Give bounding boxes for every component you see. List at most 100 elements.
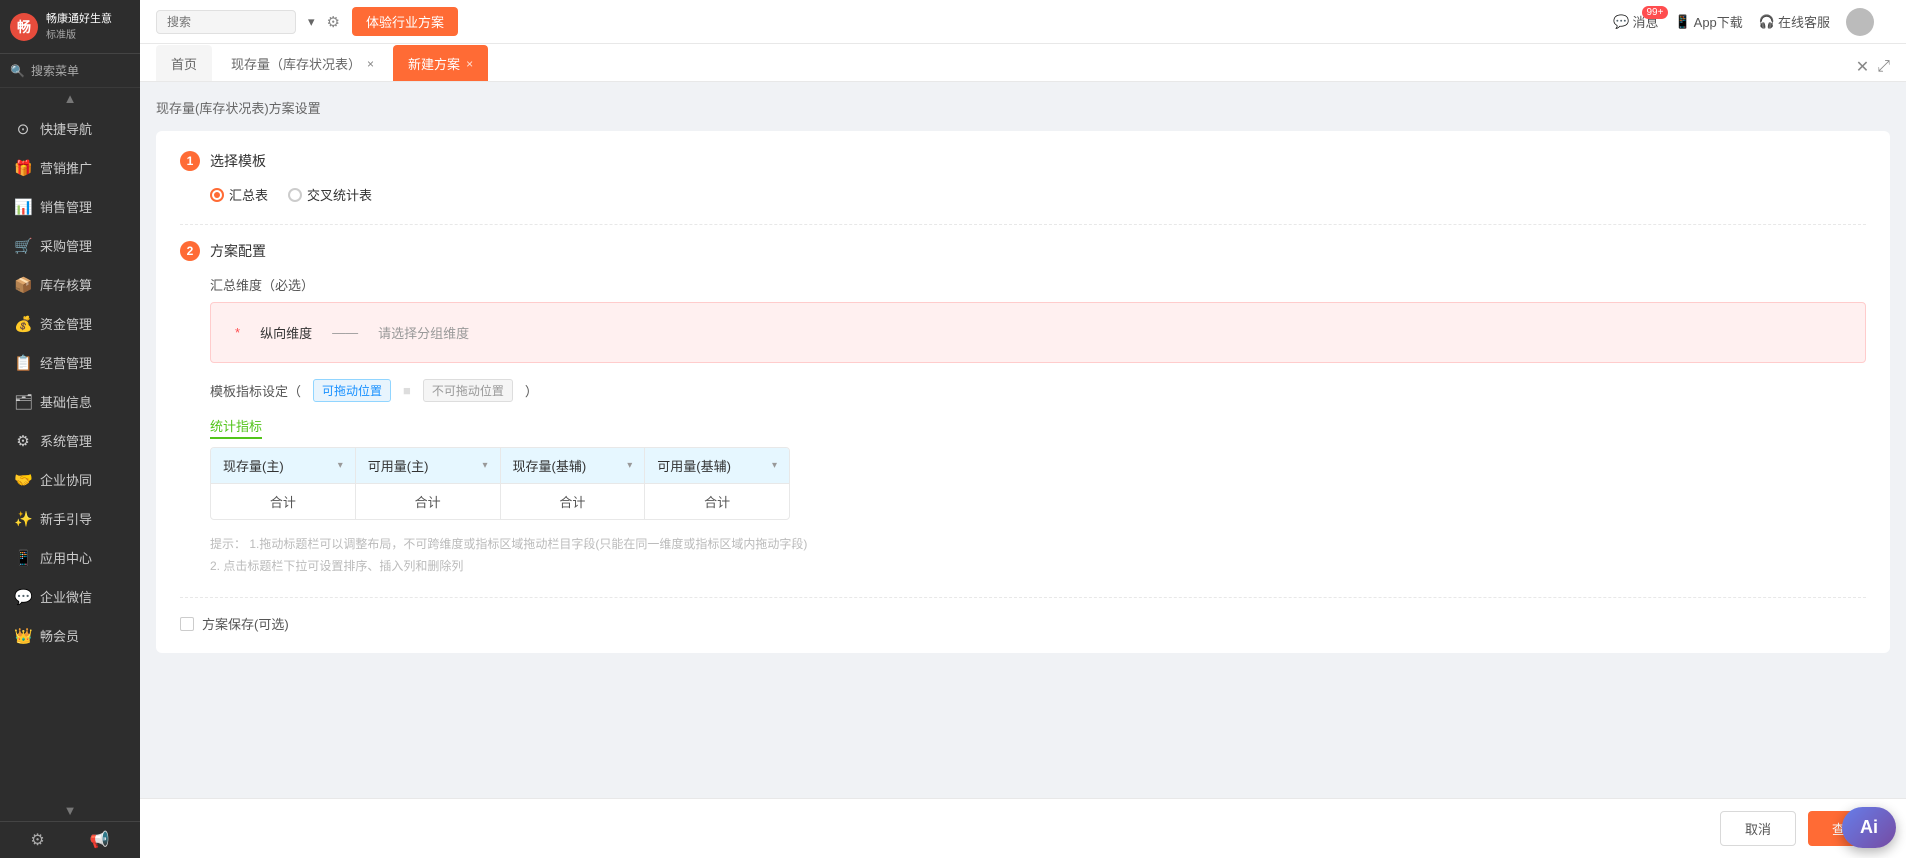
radio-cross-label: 交叉统计表 [307,185,372,204]
tab-home[interactable]: 首页 [156,45,212,81]
tabs-bar: 首页 现存量（库存状况表） × 新建方案 × ✕ ⤢ [140,44,1906,82]
save-checkbox[interactable] [180,617,194,631]
topbar: ▾ ⚙ 体验行业方案 💬 消息 99+ 📱 App下载 🎧 在线客服 [140,0,1906,44]
sidebar-scroll-up[interactable]: ▲ [0,88,140,109]
bottom-separator [180,597,1866,598]
tab-new-plan-close[interactable]: × [466,57,473,71]
trial-button[interactable]: 体验行业方案 [352,7,458,36]
content-area: 现存量(库存状况表)方案设置 1 选择模板 汇总表 [140,82,1906,798]
sidebar-item-member[interactable]: 👑 畅会员 [0,616,140,655]
topbar-search-input[interactable] [156,10,296,34]
quick-nav-icon: ⊙ [14,120,32,138]
sidebar-item-label: 销售管理 [40,197,92,216]
service-label: 在线客服 [1778,12,1830,31]
logo-icon: 畅 [10,13,38,41]
sales-icon: 📊 [14,198,32,216]
sidebar-item-guide[interactable]: ✨ 新手引导 [0,499,140,538]
tab-new-plan[interactable]: 新建方案 × [393,45,488,81]
sidebar-item-label: 资金管理 [40,314,92,333]
member-icon: 👑 [14,627,32,645]
radio-summary[interactable]: 汇总表 [210,185,268,204]
indicator-row: 模板指标设定（ 可拖动位置 ■ 不可拖动位置 ） [210,379,1866,402]
sidebar-item-quick-nav[interactable]: ⊙ 快捷导航 [0,109,140,148]
template-radio-group: 汇总表 交叉统计表 [210,185,1866,204]
service-button[interactable]: 🎧 在线客服 [1759,12,1830,31]
sidebar-item-label: 快捷导航 [40,119,92,138]
stats-col-4[interactable]: 可用量(基辅) ▾ [645,448,789,483]
topbar-right: 💬 消息 99+ 📱 App下载 🎧 在线客服 [1613,8,1890,36]
app-download-button[interactable]: 📱 App下载 [1674,12,1742,31]
sidebar-item-label: 采购管理 [40,236,92,255]
unmovable-badge: 不可拖动位置 [423,379,513,402]
dim-arrow: —— [332,325,358,340]
topbar-settings-icon[interactable]: ⚙ [327,13,340,31]
sidebar-item-cooperation[interactable]: 🤝 企业协同 [0,460,140,499]
inventory-icon: 📦 [14,276,32,294]
stats-col-3[interactable]: 现存量(基辅) ▾ [501,448,646,483]
dimension-area[interactable]: * 纵向维度 —— 请选择分组维度 [210,302,1866,363]
footer-settings-icon[interactable]: ⚙ [30,830,44,850]
sidebar-item-wechat[interactable]: 💬 企业微信 [0,577,140,616]
ai-float-button[interactable]: Ai [1842,807,1896,848]
dim-placeholder: 请选择分组维度 [378,323,469,342]
guide-icon: ✨ [14,510,32,528]
sidebar-item-purchase[interactable]: 🛒 采购管理 [0,226,140,265]
indicator-prefix: 模板指标设定（ [210,381,301,400]
operations-icon: 📋 [14,354,32,372]
app-logo: 畅 畅康通好生意 标准版 [0,0,140,54]
message-button[interactable]: 💬 消息 99+ [1613,12,1658,31]
tab-inventory[interactable]: 现存量（库存状况表） × [216,45,389,81]
sidebar-item-operations[interactable]: 📋 经营管理 [0,343,140,382]
expand-panel-button[interactable]: ⤢ [1877,58,1890,76]
purchase-icon: 🛒 [14,237,32,255]
sidebar-item-finance[interactable]: 💰 资金管理 [0,304,140,343]
stats-col-1[interactable]: 现存量(主) ▾ [211,448,356,483]
sidebar-item-label: 畅会员 [40,626,79,645]
sidebar-search[interactable]: 🔍 搜索菜单 [0,54,140,88]
search-icon: 🔍 [10,64,25,78]
sidebar-nav: ⊙ 快捷导航 🎁 营销推广 📊 销售管理 🛒 采购管理 📦 库存核算 💰 资金管… [0,109,140,800]
user-avatar[interactable] [1846,8,1874,36]
cancel-button[interactable]: 取消 [1720,811,1796,846]
stats-label: 统计指标 [210,416,262,439]
cooperation-icon: 🤝 [14,471,32,489]
movable-label: 可拖动位置 [322,382,382,399]
sidebar-item-sales[interactable]: 📊 销售管理 [0,187,140,226]
col-2-dropdown-icon[interactable]: ▾ [482,460,487,471]
sidebar-scroll-down[interactable]: ▼ [0,800,140,821]
sidebar-item-label: 基础信息 [40,392,92,411]
stats-body-3: 合计 [501,484,646,519]
app-center-icon: 📱 [14,549,32,567]
close-panel-button[interactable]: ✕ [1856,57,1869,77]
step2-title: 方案配置 [210,241,266,261]
step1-title: 选择模板 [210,151,266,171]
col-1-dropdown-icon[interactable]: ▾ [338,460,343,471]
tab-inventory-close[interactable]: × [367,57,374,71]
sidebar-item-marketing[interactable]: 🎁 营销推广 [0,148,140,187]
col-3-dropdown-icon[interactable]: ▾ [627,460,632,471]
topbar-dropdown-icon[interactable]: ▾ [308,14,315,30]
footer-sound-icon[interactable]: 📢 [90,830,110,850]
step1-section: 1 选择模板 汇总表 交叉统计表 [180,151,1866,204]
stats-col-2[interactable]: 可用量(主) ▾ [356,448,501,483]
app-version: 标准版 [46,26,112,41]
movable-badge: 可拖动位置 [313,379,391,402]
sidebar-item-base-info[interactable]: 🗂 基础信息 [0,382,140,421]
sidebar-item-system[interactable]: ⚙ 系统管理 [0,421,140,460]
radio-cross[interactable]: 交叉统计表 [288,185,372,204]
sidebar-item-label: 企业微信 [40,587,92,606]
save-option-label: 方案保存(可选) [202,614,289,633]
radio-cross-indicator [288,188,302,202]
sidebar-item-inventory[interactable]: 📦 库存核算 [0,265,140,304]
col-4-dropdown-icon[interactable]: ▾ [772,460,777,471]
tab-new-plan-label: 新建方案 [408,54,460,73]
indicator-sep: ■ [403,383,411,398]
sidebar-item-label: 新手引导 [40,509,92,528]
radio-summary-indicator [210,188,224,202]
tabs-actions: ✕ ⤢ [1856,57,1890,81]
stats-body-4: 合计 [645,484,789,519]
sidebar-item-app-center[interactable]: 📱 应用中心 [0,538,140,577]
sidebar: 畅 畅康通好生意 标准版 🔍 搜索菜单 ▲ ⊙ 快捷导航 🎁 营销推广 📊 销售… [0,0,140,858]
required-mark: * [235,325,240,340]
sidebar-search-label: 搜索菜单 [31,62,79,79]
